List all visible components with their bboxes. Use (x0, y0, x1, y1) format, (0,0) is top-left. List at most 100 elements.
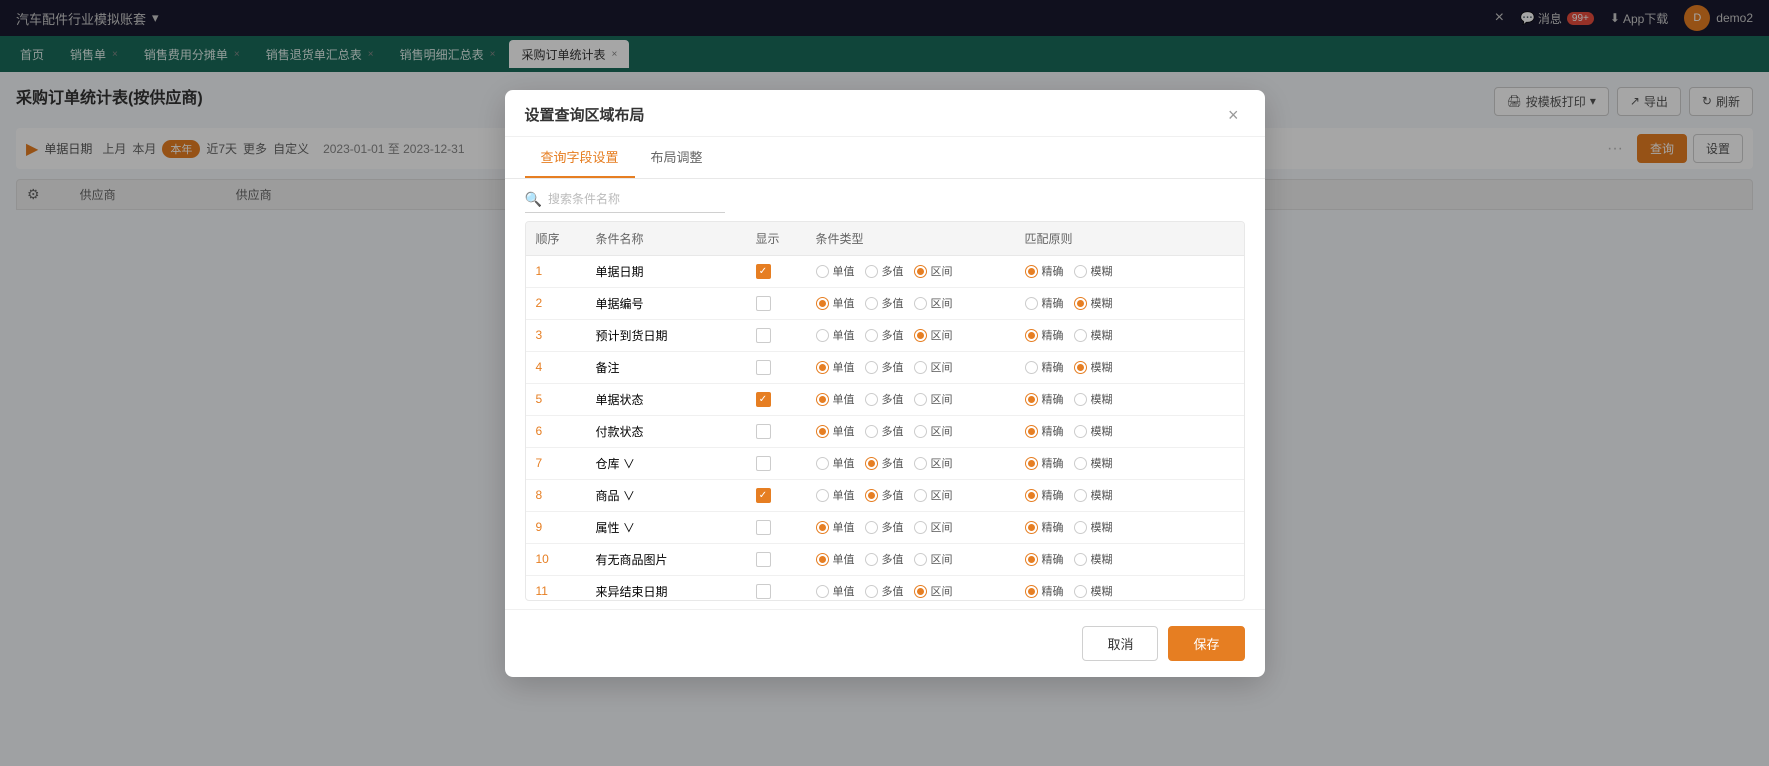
type-radio-item[interactable]: 多值 (865, 519, 904, 535)
match-radio-item[interactable]: 模糊 (1074, 487, 1113, 503)
row-display-checkbox[interactable] (756, 552, 771, 567)
row-display-checkbox[interactable] (756, 456, 771, 471)
row-order: 3 (536, 328, 596, 342)
row-display-checkbox[interactable] (756, 328, 771, 343)
match-radio-item[interactable]: 精确 (1025, 391, 1064, 407)
match-radio-item[interactable]: 精确 (1025, 359, 1064, 375)
save-button[interactable]: 保存 (1168, 626, 1244, 661)
type-radio-item[interactable]: 多值 (865, 327, 904, 343)
match-radio-item[interactable]: 模糊 (1074, 391, 1113, 407)
type-radio-item[interactable]: 区间 (914, 551, 953, 567)
match-radio-item[interactable]: 模糊 (1074, 583, 1113, 599)
type-radio-item[interactable]: 多值 (865, 391, 904, 407)
type-radio-item[interactable]: 区间 (914, 455, 953, 471)
row-display-checkbox[interactable] (756, 488, 771, 503)
type-radio-item[interactable]: 单值 (816, 551, 855, 567)
row-display-checkbox[interactable] (756, 264, 771, 279)
match-radio-item[interactable]: 精确 (1025, 551, 1064, 567)
type-radio-item[interactable]: 多值 (865, 455, 904, 471)
match-radio-item[interactable]: 模糊 (1074, 551, 1113, 567)
col-type-header: 条件类型 (816, 230, 1025, 247)
type-radio-item[interactable]: 单值 (816, 487, 855, 503)
match-radio-item[interactable]: 模糊 (1074, 455, 1113, 471)
match-radio-item[interactable]: 精确 (1025, 263, 1064, 279)
radio-label: 精确 (1042, 487, 1064, 503)
type-radio-item[interactable]: 单值 (816, 359, 855, 375)
type-radio-item[interactable]: 区间 (914, 583, 953, 599)
type-radio-item[interactable]: 单值 (816, 295, 855, 311)
row-display-checkbox[interactable] (756, 360, 771, 375)
row-type-group: 单值多值区间 (816, 487, 1025, 503)
radio-dot (914, 361, 927, 374)
match-radio-item[interactable]: 精确 (1025, 455, 1064, 471)
row-name: 单据日期 (596, 263, 756, 280)
radio-dot (1074, 361, 1087, 374)
match-radio-item[interactable]: 模糊 (1074, 327, 1113, 343)
match-radio-item[interactable]: 精确 (1025, 423, 1064, 439)
match-radio-item[interactable]: 模糊 (1074, 423, 1113, 439)
row-name: 预计到货日期 (596, 327, 756, 344)
radio-label: 多值 (882, 455, 904, 471)
radio-label: 多值 (882, 583, 904, 599)
type-radio-item[interactable]: 多值 (865, 551, 904, 567)
type-radio-item[interactable]: 区间 (914, 391, 953, 407)
row-display-checkbox[interactable] (756, 584, 771, 599)
row-display-checkbox[interactable] (756, 424, 771, 439)
row-match-group: 精确 模糊 (1025, 423, 1234, 439)
type-radio-item[interactable]: 区间 (914, 487, 953, 503)
type-radio-item[interactable]: 区间 (914, 295, 953, 311)
radio-label: 精确 (1042, 455, 1064, 471)
type-radio-item[interactable]: 多值 (865, 263, 904, 279)
row-match-group: 精确模糊 (1025, 295, 1234, 311)
row-display-checkbox[interactable] (756, 392, 771, 407)
tab-layout-adjust[interactable]: 布局调整 (635, 137, 719, 178)
row-type-group: 单值 多值区间 (816, 359, 1025, 375)
match-radio-item[interactable]: 精确 (1025, 519, 1064, 535)
table-row: 5单据状态单值多值区间精确模糊 (526, 384, 1244, 416)
row-display-checkbox[interactable] (756, 520, 771, 535)
radio-label: 多值 (882, 359, 904, 375)
type-radio-item[interactable]: 单值 (816, 391, 855, 407)
type-radio-item[interactable]: 区间 (914, 359, 953, 375)
type-radio-item[interactable]: 区间 (914, 263, 953, 279)
row-order: 4 (536, 360, 596, 374)
radio-dot (1074, 265, 1087, 278)
match-radio-item[interactable]: 精确 (1025, 327, 1064, 343)
search-input[interactable] (548, 192, 708, 206)
radio-label: 单值 (833, 359, 855, 375)
type-radio-item[interactable]: 多值 (865, 487, 904, 503)
type-radio-item[interactable]: 多值 (865, 295, 904, 311)
type-radio-item[interactable]: 多值 (865, 423, 904, 439)
row-display-checkbox[interactable] (756, 296, 771, 311)
tab-query-fields[interactable]: 查询字段设置 (525, 137, 635, 178)
table-head-row: 顺序 条件名称 显示 条件类型 匹配原则 (526, 222, 1244, 256)
match-radio-item[interactable]: 模糊 (1074, 359, 1113, 375)
type-radio-item[interactable]: 区间 (914, 519, 953, 535)
type-radio-item[interactable]: 单值 (816, 263, 855, 279)
type-radio-item[interactable]: 单值 (816, 423, 855, 439)
radio-label: 模糊 (1091, 551, 1113, 567)
type-radio-item[interactable]: 多值 (865, 359, 904, 375)
dialog-close-button[interactable]: × (1222, 104, 1245, 126)
radio-dot (914, 393, 927, 406)
row-match-group: 精确模糊 (1025, 263, 1234, 279)
type-radio-item[interactable]: 区间 (914, 327, 953, 343)
match-radio-item[interactable]: 模糊 (1074, 263, 1113, 279)
type-radio-item[interactable]: 多值 (865, 583, 904, 599)
row-name: 商品 ∨ (596, 487, 756, 504)
type-radio-item[interactable]: 单值 (816, 327, 855, 343)
radio-label: 模糊 (1091, 519, 1113, 535)
cancel-button[interactable]: 取消 (1082, 626, 1158, 661)
match-radio-item[interactable]: 模糊 (1074, 295, 1113, 311)
type-radio-item[interactable]: 区间 (914, 423, 953, 439)
match-radio-item[interactable]: 精确 (1025, 487, 1064, 503)
type-radio-item[interactable]: 单值 (816, 583, 855, 599)
radio-dot (1025, 457, 1038, 470)
row-match-group: 精确 模糊 (1025, 551, 1234, 567)
type-radio-item[interactable]: 单值 (816, 519, 855, 535)
type-radio-item[interactable]: 单值 (816, 455, 855, 471)
match-radio-item[interactable]: 精确 (1025, 583, 1064, 599)
match-radio-item[interactable]: 精确 (1025, 295, 1064, 311)
radio-label: 模糊 (1091, 423, 1113, 439)
match-radio-item[interactable]: 模糊 (1074, 519, 1113, 535)
